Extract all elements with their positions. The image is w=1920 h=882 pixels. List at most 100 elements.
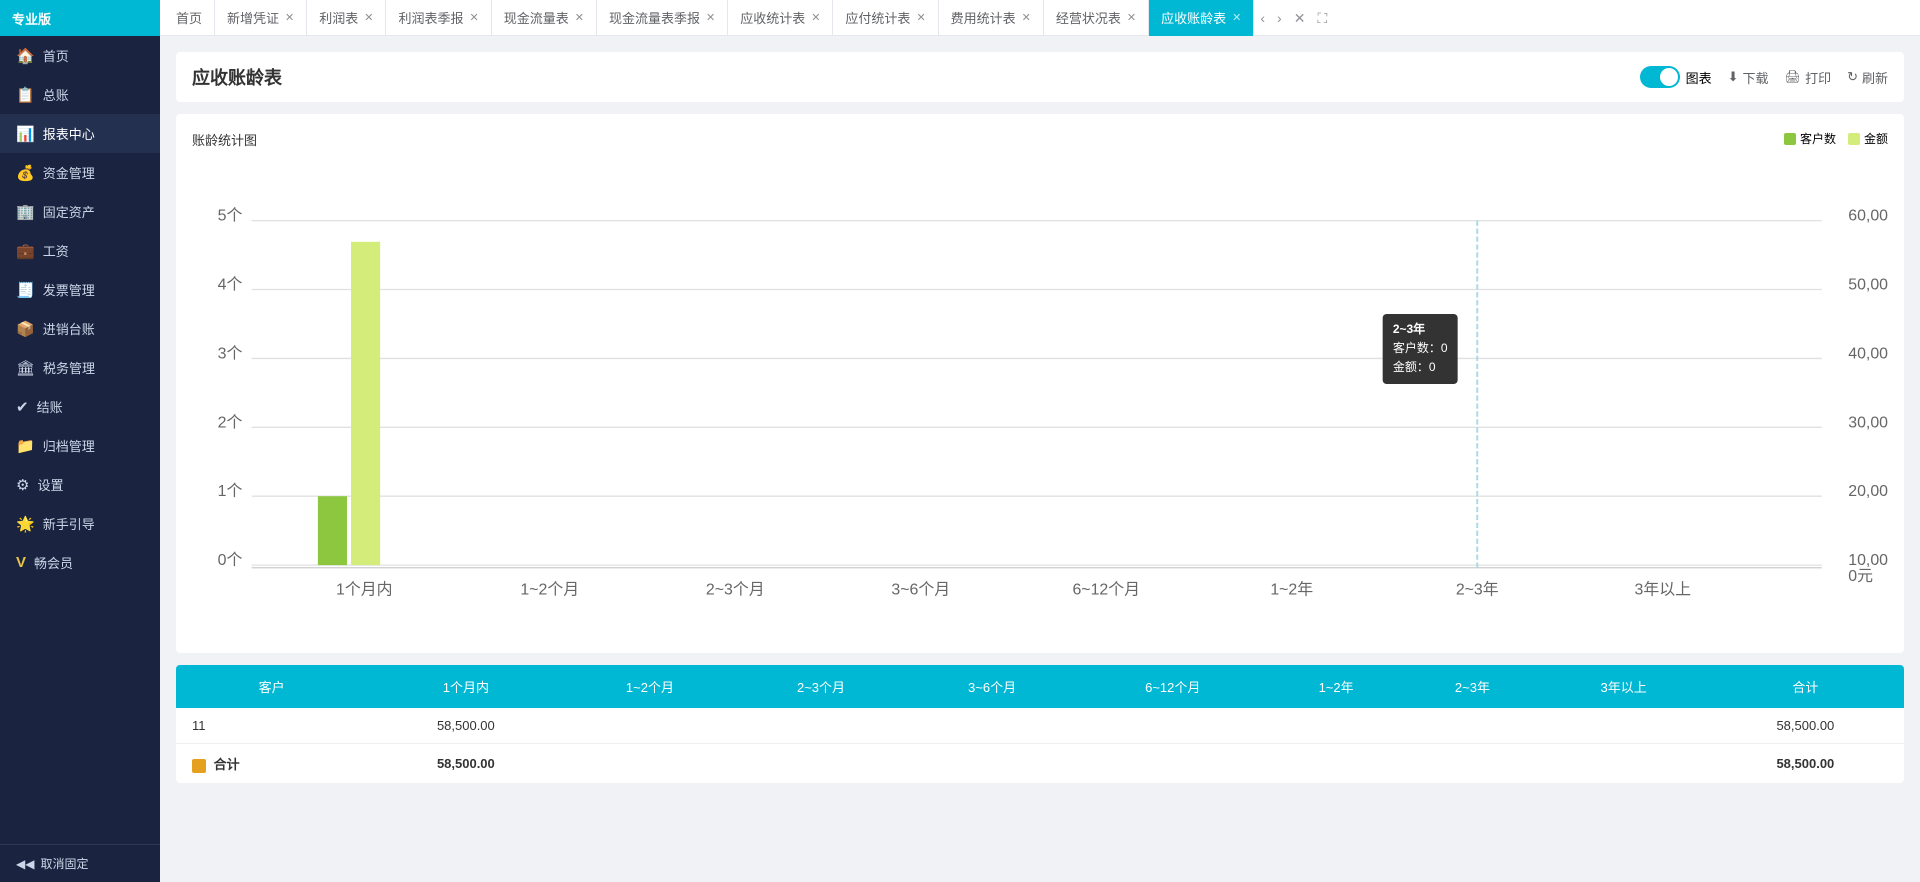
tab-expense-stat[interactable]: 费用统计表 ✕ — [939, 0, 1044, 36]
sidebar-item-label: 工资 — [43, 241, 69, 260]
tab-aging[interactable]: 应收账龄表 ✕ — [1149, 0, 1254, 36]
tab-profit-q[interactable]: 利润表季报 ✕ — [386, 0, 491, 36]
tab-close-all-btn[interactable]: ✕ — [1288, 0, 1312, 36]
table-container: 客户 1个月内 1~2个月 2~3个月 3~6个月 6~12个月 1~2年 2~… — [176, 665, 1904, 783]
col-header-3-6m: 3~6个月 — [907, 665, 1078, 708]
data-table: 客户 1个月内 1~2个月 2~3个月 3~6个月 6~12个月 1~2年 2~… — [176, 665, 1904, 783]
guide-icon: 🌟 — [16, 515, 35, 533]
cell-total: 58,500.00 — [1707, 708, 1904, 744]
tab-business-stat-label: 经营状况表 — [1056, 8, 1121, 27]
svg-text:0元: 0元 — [1848, 568, 1873, 585]
legend-amount: 金额 — [1848, 130, 1888, 147]
tab-expense-stat-close[interactable]: ✕ — [1022, 11, 1031, 24]
sidebar-item-assets[interactable]: 🏢 固定资产 — [0, 192, 160, 231]
svg-text:1个月内: 1个月内 — [336, 580, 393, 598]
cell-2-3m — [735, 708, 906, 744]
print-btn[interactable]: 🖨 打印 — [1785, 68, 1832, 87]
col-header-2-3m: 2~3个月 — [735, 665, 906, 708]
refresh-btn[interactable]: ↻ 刷新 — [1847, 68, 1888, 87]
sidebar-item-ledger[interactable]: 📋 总账 — [0, 75, 160, 114]
tab-home[interactable]: 首页 — [164, 0, 215, 36]
sidebar-item-label: 固定资产 — [43, 202, 95, 221]
tab-fullscreen-btn[interactable]: ⛶ — [1311, 0, 1333, 36]
ledger-icon: 📋 — [16, 86, 35, 104]
tab-home-label: 首页 — [176, 8, 202, 27]
pin-icon: ◀◀ — [16, 857, 34, 871]
sidebar-item-home[interactable]: 🏠 首页 — [0, 36, 160, 75]
svg-text:3个: 3个 — [218, 344, 243, 362]
sidebar-item-archive[interactable]: 📁 归档管理 — [0, 426, 160, 465]
content-area: 应收账龄表 图表 ⬇ 下载 🖨 打印 ↻ 刷新 — [160, 36, 1920, 882]
tab-cashflow-q-label: 现金流量表季报 — [609, 8, 700, 27]
funds-icon: 💰 — [16, 164, 35, 182]
chart-toggle-label: 图表 — [1686, 68, 1712, 87]
download-btn[interactable]: ⬇ 下载 — [1728, 68, 1769, 87]
tab-cashflow-q[interactable]: 现金流量表季报 ✕ — [597, 0, 728, 36]
sidebar-item-salary[interactable]: 💼 工资 — [0, 231, 160, 270]
tab-receivable-stat-close[interactable]: ✕ — [811, 11, 820, 24]
sidebar-item-invoice[interactable]: 🧾 发票管理 — [0, 270, 160, 309]
chart-svg-container: 5个 4个 3个 2个 1个 0个 60,000.00元 50,000.00元 … — [192, 157, 1888, 637]
tab-receivable-stat-label: 应收统计表 — [740, 8, 805, 27]
tab-aging-label: 应收账龄表 — [1161, 8, 1226, 27]
cell-6-12m — [1078, 708, 1268, 744]
pin-label: 取消固定 — [40, 855, 88, 872]
sidebar-item-settings[interactable]: ⚙ 设置 — [0, 465, 160, 504]
chart-svg: 5个 4个 3个 2个 1个 0个 60,000.00元 50,000.00元 … — [192, 157, 1888, 634]
legend-customer: 客户数 — [1784, 130, 1836, 147]
refresh-icon: ↻ — [1847, 69, 1858, 85]
tab-next-btn[interactable]: › — [1271, 0, 1288, 36]
tab-profit-close[interactable]: ✕ — [364, 11, 373, 24]
svg-text:0个: 0个 — [218, 551, 243, 569]
tab-business-stat-close[interactable]: ✕ — [1127, 11, 1136, 24]
total-1m: 58,500.00 — [367, 744, 564, 784]
total-1-2m — [564, 744, 735, 784]
total-icon — [192, 759, 206, 773]
legend-customer-dot — [1784, 133, 1796, 145]
chart-toggle-wrap: 图表 — [1640, 66, 1712, 88]
svg-text:10,000.00元: 10,000.00元 — [1848, 552, 1888, 569]
tab-cashflow-q-close[interactable]: ✕ — [706, 11, 715, 24]
tab-voucher-close[interactable]: ✕ — [285, 11, 294, 24]
svg-text:3~6个月: 3~6个月 — [891, 580, 950, 598]
stock-icon: 📦 — [16, 320, 35, 338]
tab-payable-stat-close[interactable]: ✕ — [916, 11, 925, 24]
print-icon: 🖨 — [1785, 69, 1802, 85]
cell-1m: 58,500.00 — [367, 708, 564, 744]
col-header-1m: 1个月内 — [367, 665, 564, 708]
tab-prev-btn[interactable]: ‹ — [1254, 0, 1271, 36]
tab-voucher[interactable]: 新增凭证 ✕ — [215, 0, 307, 36]
tab-profit-q-label: 利润表季报 — [398, 8, 463, 27]
sidebar-item-label: 新手引导 — [43, 514, 95, 533]
sidebar-item-reports[interactable]: 📊 报表中心 — [0, 114, 160, 153]
reports-icon: 📊 — [16, 125, 35, 143]
cell-3y — [1541, 708, 1707, 744]
total-6-12m — [1078, 744, 1268, 784]
tax-icon: 🏛 — [16, 359, 35, 377]
tab-receivable-stat[interactable]: 应收统计表 ✕ — [728, 0, 833, 36]
tab-bar: 首页 新增凭证 ✕ 利润表 ✕ 利润表季报 ✕ 现金流量表 ✕ 现金流量表季报 … — [160, 0, 1920, 36]
sidebar-item-stock[interactable]: 📦 进销台账 — [0, 309, 160, 348]
tab-cashflow[interactable]: 现金流量表 ✕ — [492, 0, 597, 36]
page-header: 应收账龄表 图表 ⬇ 下载 🖨 打印 ↻ 刷新 — [176, 52, 1904, 102]
svg-text:6~12个月: 6~12个月 — [1072, 580, 1140, 598]
home-icon: 🏠 — [16, 47, 35, 65]
tab-payable-stat[interactable]: 应付统计表 ✕ — [833, 0, 938, 36]
tab-profit-q-close[interactable]: ✕ — [470, 11, 479, 24]
svg-text:4个: 4个 — [218, 276, 243, 294]
sidebar-item-funds[interactable]: 💰 资金管理 — [0, 153, 160, 192]
tab-profit-label: 利润表 — [319, 8, 358, 27]
header-actions: 图表 ⬇ 下载 🖨 打印 ↻ 刷新 — [1640, 66, 1888, 88]
sidebar-item-vip[interactable]: V 畅会员 — [0, 543, 160, 582]
chart-toggle[interactable] — [1640, 66, 1680, 88]
refresh-label: 刷新 — [1862, 68, 1888, 87]
tab-cashflow-close[interactable]: ✕ — [575, 11, 584, 24]
sidebar-item-tax[interactable]: 🏛 税务管理 — [0, 348, 160, 387]
sidebar-pin-toggle[interactable]: ◀◀ 取消固定 — [0, 844, 160, 882]
tab-aging-close[interactable]: ✕ — [1232, 11, 1241, 24]
tab-business-stat[interactable]: 经营状况表 ✕ — [1044, 0, 1149, 36]
tab-profit[interactable]: 利润表 ✕ — [307, 0, 386, 36]
sidebar-item-guide[interactable]: 🌟 新手引导 — [0, 504, 160, 543]
sidebar-item-checkout[interactable]: ✔ 结账 — [0, 387, 160, 426]
col-header-2-3y: 2~3年 — [1404, 665, 1540, 708]
